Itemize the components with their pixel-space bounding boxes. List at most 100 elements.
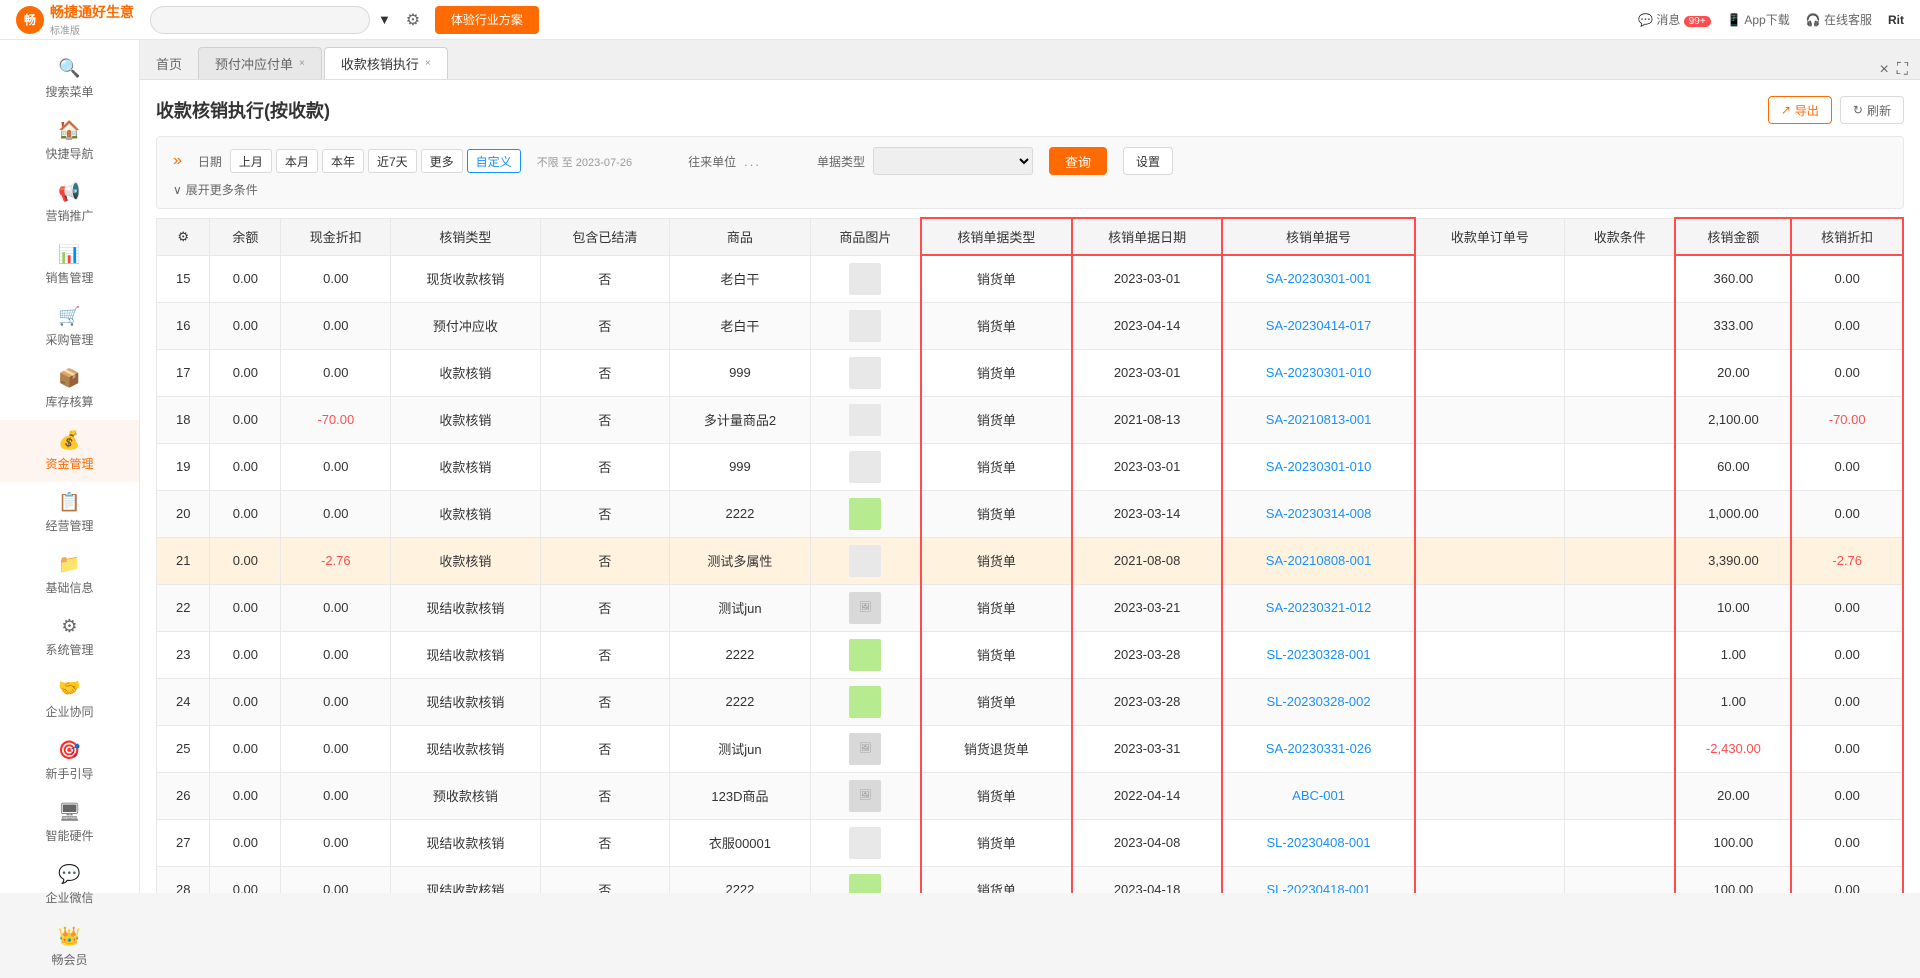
doc-no-link[interactable]: SA-20230331-026 xyxy=(1266,741,1372,756)
filter-counterpart-label: 往来单位 xyxy=(688,153,736,170)
cell-verify-amount: 100.00 xyxy=(1675,866,1791,893)
cell-balance: 0.00 xyxy=(210,678,281,725)
sidebar-item-purchase[interactable]: 🛒 采购管理 xyxy=(0,296,139,358)
cell-verify-doc-type: 销货单 xyxy=(921,396,1072,443)
sidebar-item-system[interactable]: ⚙ 系统管理 xyxy=(0,606,139,668)
table-wrap: ⚙ 余额 现金折扣 核销类型 包含已结清 商品 商品图片 核销单据类型 核销单据… xyxy=(156,217,1904,893)
cell-verify-doc-date: 2023-04-14 xyxy=(1072,302,1223,349)
query-button[interactable]: 查询 xyxy=(1049,147,1107,175)
cell-include-settled: 否 xyxy=(540,490,670,537)
sidebar-item-collab[interactable]: 🤝 企业协同 xyxy=(0,668,139,730)
doc-no-link[interactable]: SL-20230408-001 xyxy=(1267,835,1371,850)
cell-verify-doc-no: SA-20230331-026 xyxy=(1222,725,1414,772)
refresh-button[interactable]: ↻ 刷新 xyxy=(1840,96,1904,124)
online-service-link[interactable]: 🎧 在线客服 xyxy=(1806,11,1872,28)
doc-no-link[interactable]: SA-20230301-010 xyxy=(1266,365,1372,380)
tab1-close-icon[interactable]: × xyxy=(299,58,305,69)
th-verify-type: 核销类型 xyxy=(391,218,540,255)
table-row: 180.00-70.00收款核销否多计量商品2销货单2021-08-13SA-2… xyxy=(157,396,1904,443)
tab-close-all-icon[interactable]: × xyxy=(1879,61,1888,79)
th-goods: 商品 xyxy=(670,218,811,255)
doc-no-link[interactable]: SA-20210813-001 xyxy=(1266,412,1372,427)
search-input[interactable] xyxy=(150,6,370,34)
user-name[interactable]: Rit xyxy=(1888,13,1904,27)
filter-year-btn[interactable]: 本年 xyxy=(322,149,364,173)
sidebar-item-finance[interactable]: 💰 资金管理 xyxy=(0,420,139,482)
doc-no-link[interactable]: SL-20230418-001 xyxy=(1267,882,1371,893)
cell-include-settled: 否 xyxy=(540,302,670,349)
th-cash-discount: 现金折扣 xyxy=(281,218,391,255)
table-row: 280.000.00现结收款核销否2222销货单2023-04-18SL-202… xyxy=(157,866,1904,893)
sidebar-item-hardware[interactable]: 🖥 智能硬件 xyxy=(0,792,139,854)
filter-bar: » 日期 上月 本月 本年 近7天 更多 自定义 xyxy=(156,136,1904,209)
cell-seq: 24 xyxy=(157,678,210,725)
message-item[interactable]: 💬 消息 99+ xyxy=(1638,11,1711,28)
tab-expand-icon[interactable]: ⛶ xyxy=(1897,61,1908,79)
table-row: 220.000.00现结收款核销否测试jun🖼销货单2023-03-21SA-2… xyxy=(157,584,1904,631)
cell-goods-img xyxy=(810,396,921,443)
goods-image xyxy=(849,874,881,894)
doc-no-link[interactable]: SA-20230314-008 xyxy=(1266,506,1372,521)
cell-goods-img xyxy=(810,255,921,302)
sidebar-item-wechat[interactable]: 💬 企业微信 xyxy=(0,854,139,916)
cell-verify-doc-no: SA-20230314-008 xyxy=(1222,490,1414,537)
tab-home[interactable]: 首页 xyxy=(140,47,198,79)
doc-no-link[interactable]: SL-20230328-001 xyxy=(1267,647,1371,662)
cell-include-settled: 否 xyxy=(540,584,670,631)
filter-cur-month-btn[interactable]: 本月 xyxy=(276,149,318,173)
table-row: 230.000.00现结收款核销否2222销货单2023-03-28SL-202… xyxy=(157,631,1904,678)
sidebar-item-marketing[interactable]: 📢 营销推广 xyxy=(0,172,139,234)
sidebar-item-operations[interactable]: 📋 经营管理 xyxy=(0,482,139,544)
gear-icon[interactable]: ⚙ xyxy=(399,6,427,34)
message-badge: 99+ xyxy=(1684,16,1711,27)
tab-prepay[interactable]: 预付冲应付单 × xyxy=(198,47,322,79)
sidebar-item-label: 快捷导航 xyxy=(45,145,93,162)
app-download-link[interactable]: 📱 App下载 xyxy=(1727,11,1790,28)
sidebar-item-guide[interactable]: 🎯 新手引导 xyxy=(0,730,139,792)
doc-no-link[interactable]: ABC-001 xyxy=(1292,788,1345,803)
filter-expand-arrow[interactable]: » xyxy=(173,152,182,170)
tab2-close-icon[interactable]: × xyxy=(425,58,431,69)
sidebar-item-member[interactable]: 👑 畅会员 xyxy=(0,916,139,978)
doc-no-link[interactable]: SL-20230328-002 xyxy=(1267,694,1371,709)
filter-prev-month-btn[interactable]: 上月 xyxy=(230,149,272,173)
doc-no-link[interactable]: SA-20210808-001 xyxy=(1266,553,1372,568)
cell-goods-img xyxy=(810,537,921,584)
cell-receipt-order xyxy=(1415,584,1565,631)
goods-image xyxy=(849,263,881,295)
doc-no-link[interactable]: SA-20230301-010 xyxy=(1266,459,1372,474)
cell-receipt-order xyxy=(1415,349,1565,396)
goods-image: 🖼 xyxy=(849,780,881,812)
doc-no-link[interactable]: SA-20230321-012 xyxy=(1266,600,1372,615)
filter-custom-btn[interactable]: 自定义 xyxy=(467,149,521,173)
cell-receipt-order xyxy=(1415,537,1565,584)
sidebar: 🔍 搜索菜单 🏠 快捷导航 📢 营销推广 📊 销售管理 🛒 采购管理 📦 库存核… xyxy=(0,40,140,893)
cell-verify-discount: 0.00 xyxy=(1791,772,1903,819)
sales-icon: 📊 xyxy=(58,244,80,265)
setting-button[interactable]: 设置 xyxy=(1123,147,1173,175)
industry-solution-button[interactable]: 体验行业方案 xyxy=(435,6,539,34)
cell-payment-terms xyxy=(1565,396,1676,443)
sidebar-item-inventory[interactable]: 📦 库存核算 xyxy=(0,358,139,420)
cell-balance: 0.00 xyxy=(210,866,281,893)
cell-include-settled: 否 xyxy=(540,678,670,725)
tab-verify[interactable]: 收款核销执行 × xyxy=(324,47,448,79)
sidebar-item-sales[interactable]: 📊 销售管理 xyxy=(0,234,139,296)
filter-doctype-select[interactable] xyxy=(873,147,1033,175)
doc-no-link[interactable]: SA-20230301-001 xyxy=(1266,271,1372,286)
cell-verify-amount: 100.00 xyxy=(1675,819,1791,866)
doc-no-link[interactable]: SA-20230414-017 xyxy=(1266,318,1372,333)
cell-goods-img xyxy=(810,443,921,490)
export-button[interactable]: ↗ 导出 xyxy=(1768,96,1832,124)
tab-actions: × ⛶ xyxy=(1879,61,1920,79)
th-settings[interactable]: ⚙ xyxy=(157,218,210,255)
filter-week-btn[interactable]: 近7天 xyxy=(368,149,417,173)
filter-expand-more[interactable]: ∨ 展开更多条件 xyxy=(173,181,1887,198)
filter-doctype-item: 单据类型 xyxy=(817,147,1033,175)
search-dropdown[interactable]: ▼ xyxy=(378,12,391,27)
sidebar-item-search[interactable]: 🔍 搜索菜单 xyxy=(0,48,139,110)
sidebar-item-basic[interactable]: 📁 基础信息 xyxy=(0,544,139,606)
sidebar-item-quicknav[interactable]: 🏠 快捷导航 xyxy=(0,110,139,172)
filter-more-btn[interactable]: 更多 xyxy=(421,149,463,173)
guide-icon: 🎯 xyxy=(58,740,80,761)
